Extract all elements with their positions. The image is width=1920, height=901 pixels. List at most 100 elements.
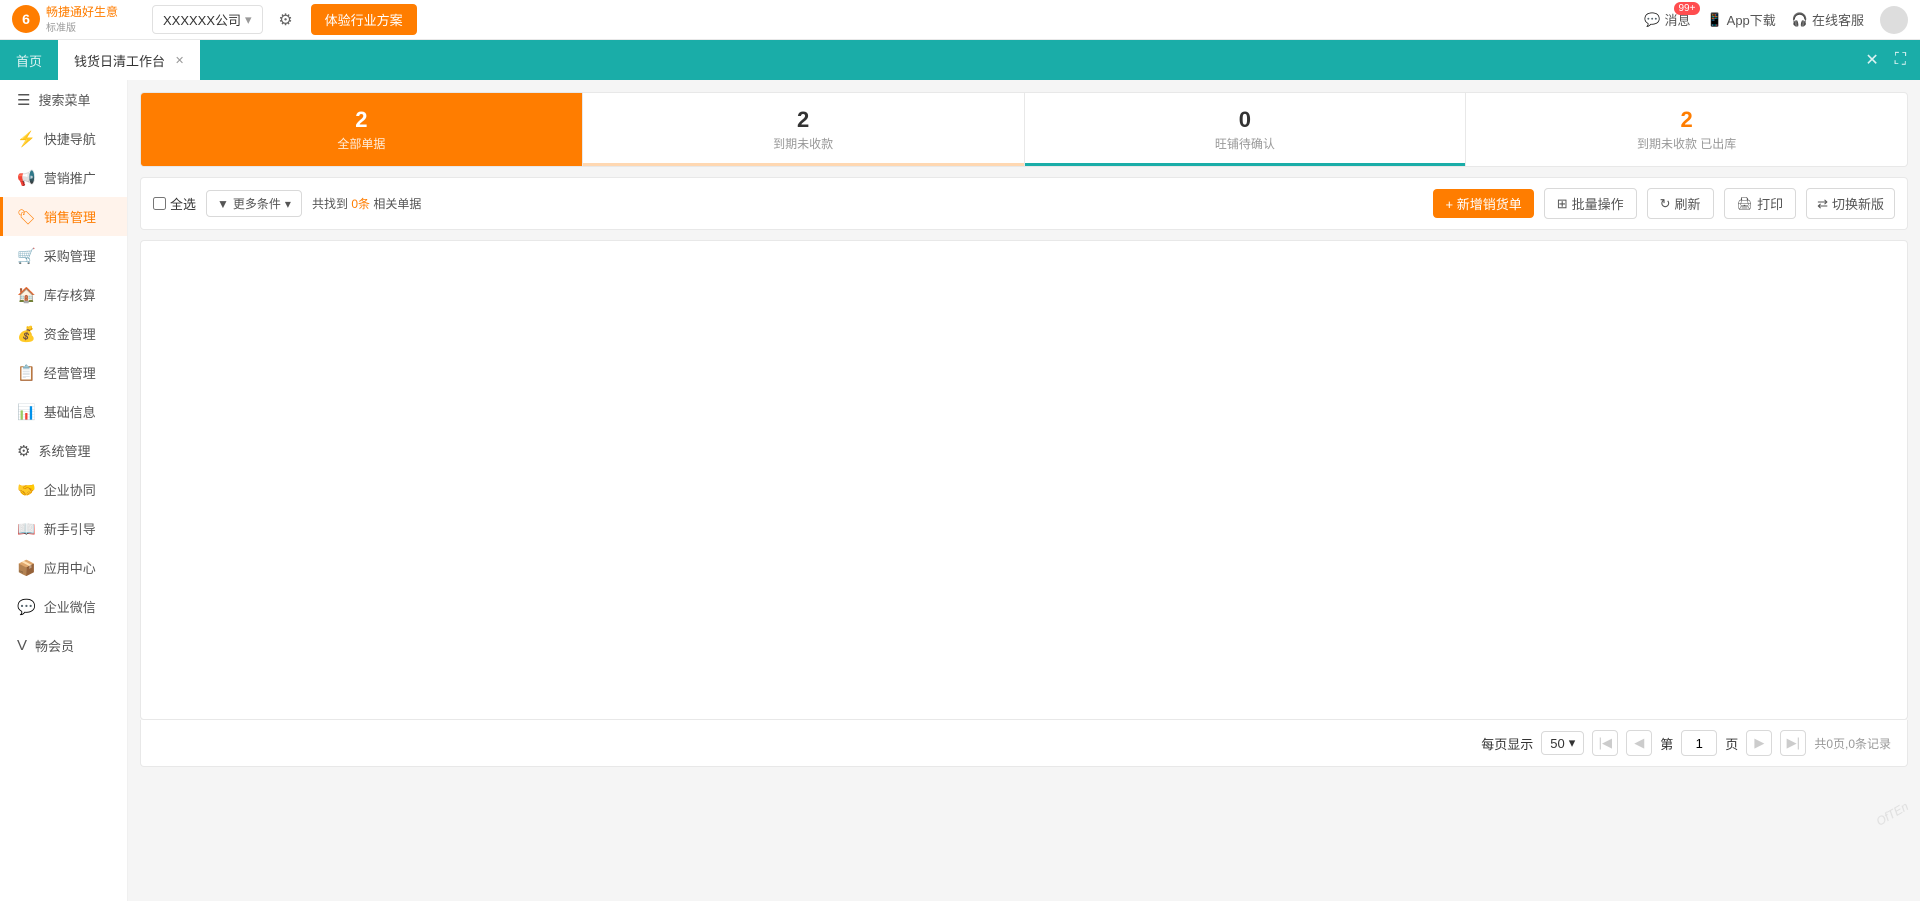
page-next-btn[interactable]: ▶ <box>1746 730 1772 756</box>
stat-card-overdue[interactable]: 2 到期未收款 <box>583 93 1025 166</box>
found-count: 0条 <box>351 197 370 211</box>
stat-card-all[interactable]: 2 全部单据 <box>141 93 583 166</box>
switch-version-btn[interactable]: ⇄ 切换新版 <box>1806 188 1895 219</box>
sidebar-item-guide[interactable]: 📖 新手引导 <box>0 509 127 548</box>
refresh-label: 刷新 <box>1675 194 1701 213</box>
app-download-button[interactable]: 📱 App下载 <box>1706 10 1775 29</box>
select-all-checkbox[interactable]: 全选 <box>153 194 196 213</box>
quick-nav-icon: ⚡ <box>17 130 36 148</box>
page-input[interactable] <box>1681 730 1717 756</box>
sales-icon: 🏷 <box>17 208 36 226</box>
company-selector[interactable]: XXXXXX公司 ▾ <box>152 5 263 34</box>
new-sales-order-btn[interactable]: + 新增销货单 <box>1433 189 1533 218</box>
more-filter-btn[interactable]: ▼ 更多条件 ▾ <box>206 190 302 217</box>
sidebar-item-finance[interactable]: 💰 资金管理 <box>0 314 127 353</box>
sidebar-item-basic-info[interactable]: 📊 基础信息 <box>0 392 127 431</box>
sidebar-item-purchase[interactable]: 🛒 采购管理 <box>0 236 127 275</box>
app-download-icon: 📱 <box>1706 12 1722 28</box>
tab-work-bench-close[interactable]: ✕ <box>175 54 184 67</box>
batch-label: 批量操作 <box>1572 194 1624 213</box>
sidebar-item-marketing-label: 营销推广 <box>44 168 96 187</box>
tab-work-bench-label: 钱货日清工作台 <box>74 51 165 70</box>
stat-wangpu-num: 0 <box>1045 107 1446 133</box>
found-prefix: 共找到 <box>312 197 348 211</box>
sidebar-item-wechat-label: 企业微信 <box>44 597 96 616</box>
sidebar-item-purchase-label: 采购管理 <box>44 246 96 265</box>
select-all-input[interactable] <box>153 197 166 210</box>
filter-icon: ▼ <box>217 197 229 211</box>
sidebar-item-app-center[interactable]: 📦 应用中心 <box>0 548 127 587</box>
sidebar-item-search[interactable]: ☰ 搜索菜单 <box>0 80 127 119</box>
sidebar-item-sales[interactable]: 🏷 销售管理 <box>0 197 127 236</box>
sidebar-item-operations-label: 经营管理 <box>44 363 96 382</box>
sidebar-item-search-label: 搜索菜单 <box>38 90 90 109</box>
page-label: 第 <box>1660 734 1673 753</box>
tab-bar-actions: ✕ ⛶ <box>1859 46 1920 74</box>
pagination: 每页显示 50 ▾ |◀ ◀ 第 页 ▶ ▶| 共0页,0条记录 <box>140 720 1908 767</box>
industry-btn[interactable]: 体验行业方案 <box>311 4 417 35</box>
avatar[interactable] <box>1880 6 1908 34</box>
tab-close-btn[interactable]: ✕ <box>1859 46 1884 74</box>
operations-icon: 📋 <box>17 364 36 382</box>
select-all-label: 全选 <box>170 194 196 213</box>
sidebar-item-marketing[interactable]: 📢 营销推广 <box>0 158 127 197</box>
tab-home[interactable]: 首页 <box>0 40 58 80</box>
system-icon: ⚙ <box>17 442 30 460</box>
tab-expand-btn[interactable]: ⛶ <box>1889 47 1912 73</box>
sidebar-item-basic-info-label: 基础信息 <box>44 402 96 421</box>
enterprise-icon: 🤝 <box>17 481 36 499</box>
sidebar-item-enterprise[interactable]: 🤝 企业协同 <box>0 470 127 509</box>
search-menu-icon: ☰ <box>17 91 30 109</box>
tab-work-bench[interactable]: 钱货日清工作台 ✕ <box>58 40 200 80</box>
sidebar-item-quick-nav[interactable]: ⚡ 快捷导航 <box>0 119 127 158</box>
message-icon: 💬 <box>1644 12 1660 28</box>
sidebar-item-finance-label: 资金管理 <box>44 324 96 343</box>
wechat-icon: 💬 <box>17 598 36 616</box>
stat-overdue-num: 2 <box>603 107 1004 133</box>
message-button[interactable]: 💬 消息 99+ <box>1644 10 1690 29</box>
logo-area: 6 畅捷通好生意 标准版 <box>12 5 140 34</box>
sidebar-item-operations[interactable]: 📋 经营管理 <box>0 353 127 392</box>
sidebar-item-guide-label: 新手引导 <box>44 519 96 538</box>
page-first-btn[interactable]: |◀ <box>1592 730 1618 756</box>
page-size-selector[interactable]: 50 ▾ <box>1541 731 1584 755</box>
message-badge: 99+ <box>1674 2 1701 15</box>
batch-operation-btn[interactable]: ⊞ 批量操作 <box>1544 188 1637 219</box>
page-last-btn[interactable]: ▶| <box>1780 730 1806 756</box>
page-prev-btn[interactable]: ◀ <box>1626 730 1652 756</box>
found-suffix: 相关单据 <box>373 197 421 211</box>
top-right-actions: 💬 消息 99+ 📱 App下载 🎧 在线客服 <box>1644 6 1908 34</box>
refresh-btn[interactable]: ↻ 刷新 <box>1647 188 1714 219</box>
marketing-icon: 📢 <box>17 169 36 187</box>
tab-bar: 首页 钱货日清工作台 ✕ ✕ ⛶ <box>0 40 1920 80</box>
finance-icon: 💰 <box>17 325 36 343</box>
table-area <box>140 240 1908 720</box>
stats-row: 2 全部单据 2 到期未收款 0 旺铺待确认 2 到期未收款 已出库 <box>140 92 1908 167</box>
sidebar-item-quick-nav-label: 快捷导航 <box>44 129 96 148</box>
sidebar-item-inventory[interactable]: 🏠 库存核算 <box>0 275 127 314</box>
member-icon: V <box>17 637 27 654</box>
sidebar-item-system[interactable]: ⚙ 系统管理 <box>0 431 127 470</box>
online-service-button[interactable]: 🎧 在线客服 <box>1792 10 1864 29</box>
sidebar-item-system-label: 系统管理 <box>38 441 90 460</box>
sidebar-item-wechat[interactable]: 💬 企业微信 <box>0 587 127 626</box>
sidebar-item-member-label: 畅会员 <box>35 636 74 655</box>
sidebar-item-enterprise-label: 企业协同 <box>44 480 96 499</box>
sidebar: ☰ 搜索菜单 ⚡ 快捷导航 📢 营销推广 🏷 销售管理 🛒 采购管理 🏠 库存核… <box>0 80 128 901</box>
service-icon: 🎧 <box>1792 12 1808 28</box>
print-btn[interactable]: 🖨 打印 <box>1724 188 1797 219</box>
page-suffix: 页 <box>1725 734 1738 753</box>
sidebar-item-app-center-label: 应用中心 <box>44 558 96 577</box>
stat-card-overdue-shipped[interactable]: 2 到期未收款 已出库 <box>1466 93 1907 166</box>
batch-icon: ⊞ <box>1557 196 1568 212</box>
toolbar-right: + 新增销货单 ⊞ 批量操作 ↻ 刷新 🖨 打印 ⇄ 切换新版 <box>1433 188 1895 219</box>
logo-title: 畅捷通好生意 <box>46 5 118 19</box>
sidebar-item-member[interactable]: V 畅会员 <box>0 626 127 665</box>
stat-card-wangpu[interactable]: 0 旺铺待确认 <box>1025 93 1467 166</box>
page-size-value: 50 <box>1550 736 1564 751</box>
settings-button[interactable]: ⚙ <box>271 5 301 35</box>
page-size-label: 每页显示 <box>1481 734 1533 753</box>
refresh-icon: ↻ <box>1660 196 1671 212</box>
main-content: 2 全部单据 2 到期未收款 0 旺铺待确认 2 到期未收款 已出库 全选 ▼ <box>128 80 1920 901</box>
logo-text-group: 畅捷通好生意 标准版 <box>46 5 118 34</box>
